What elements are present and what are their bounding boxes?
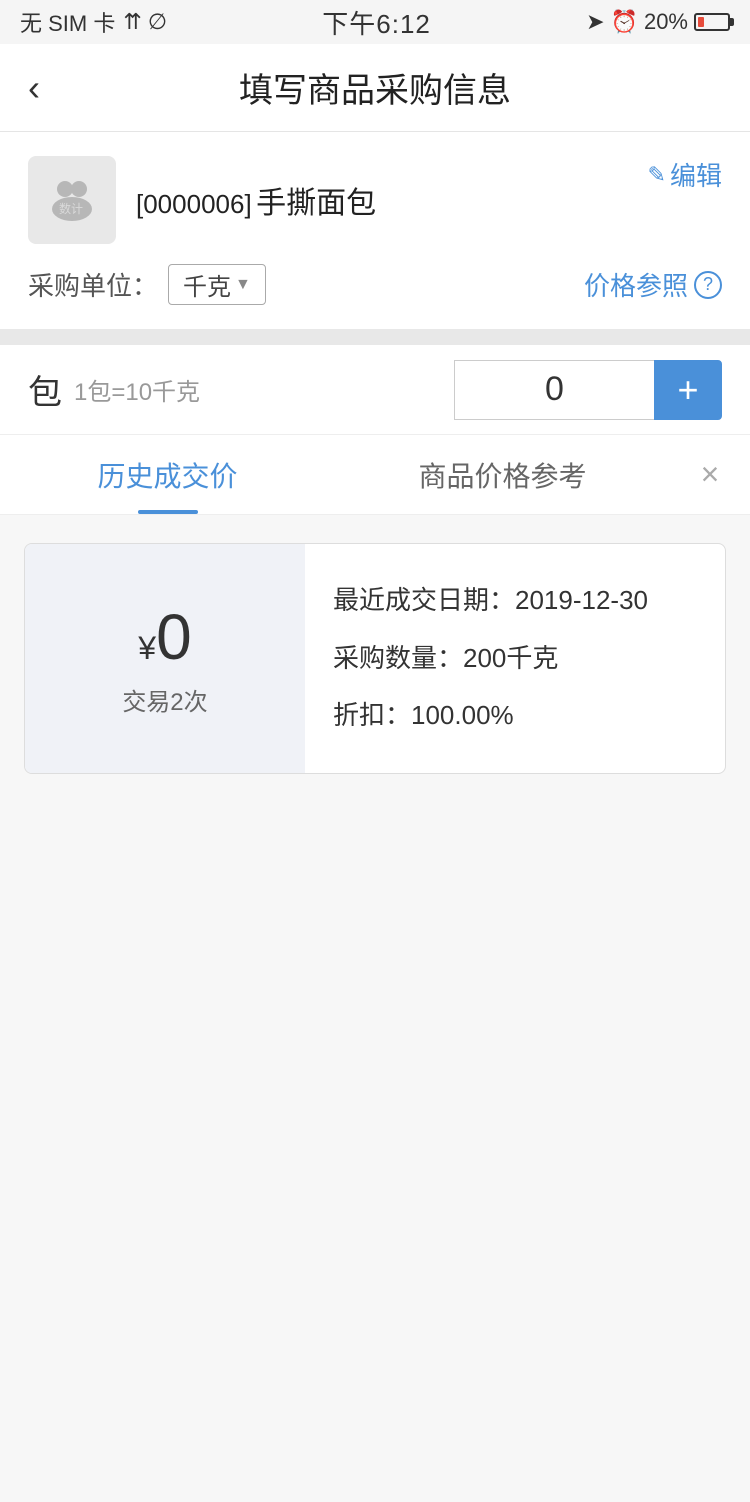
svg-text:数计: 数计	[59, 201, 83, 216]
tab-header: 历史成交价 商品价格参考 ×	[0, 435, 750, 515]
quantity-label: 包 1包=10千克	[28, 365, 200, 414]
product-name-block: [0000006] 手撕面包	[136, 178, 376, 222]
currency-symbol: ¥	[138, 630, 156, 666]
price-display: ¥0	[138, 600, 191, 674]
tab-close-button[interactable]: ×	[670, 435, 750, 514]
quantity-input[interactable]: 0	[454, 360, 654, 420]
status-time: 下午6:12	[322, 4, 431, 41]
product-left: 数计 [0000006] 手撕面包	[28, 156, 376, 244]
wifi-icon: ⇈ ∅	[123, 9, 167, 35]
battery-percent: 20%	[644, 9, 688, 35]
product-thumbnail-icon: 数计	[45, 173, 99, 227]
quantity-unit-ratio: 1包=10千克	[74, 372, 200, 407]
status-bar: 无 SIM 卡 ⇈ ∅ 下午6:12 ➤ ⏰ 20%	[0, 0, 750, 44]
status-right: ➤ ⏰ 20%	[586, 9, 730, 35]
recent-date-value: 2019-12-30	[515, 585, 648, 615]
quantity-detail-value: 200千克	[463, 643, 558, 673]
tab-history-price[interactable]: 历史成交价	[0, 435, 335, 514]
product-thumbnail: 数计	[28, 156, 116, 244]
battery-icon	[694, 13, 730, 31]
edit-label: 编辑	[670, 156, 722, 193]
nav-bar: ‹ 填写商品采购信息	[0, 44, 750, 132]
quantity-row-detail: 采购数量：200千克	[333, 638, 697, 680]
price-card: ¥0 交易2次 最近成交日期：2019-12-30 采购数量：200千克 折扣：…	[24, 543, 726, 774]
tab-history-price-label: 历史成交价	[97, 455, 237, 495]
trade-count: 交易2次	[122, 682, 207, 717]
tab-panel: 历史成交价 商品价格参考 × ¥0 交易2次 最近成交日期：2019-12-30…	[0, 435, 750, 802]
discount-label: 折扣：	[333, 700, 411, 730]
sim-status: 无 SIM 卡	[20, 6, 115, 38]
unit-selector[interactable]: 千克 ▼	[168, 264, 266, 305]
edit-button[interactable]: ✎ 编辑	[648, 156, 722, 193]
recent-date-row: 最近成交日期：2019-12-30	[333, 580, 697, 622]
location-icon: ➤	[586, 9, 604, 35]
unit-label: 采购单位：	[28, 266, 158, 303]
product-card: 数计 [0000006] 手撕面包 ✎ 编辑 采购单位： 千克 ▼ 价格参照 ?	[0, 132, 750, 329]
price-cards-area: ¥0 交易2次 最近成交日期：2019-12-30 采购数量：200千克 折扣：…	[0, 515, 750, 802]
product-header: 数计 [0000006] 手撕面包 ✎ 编辑	[28, 156, 722, 244]
edit-icon: ✎	[648, 162, 666, 188]
unit-value: 千克	[183, 267, 231, 302]
product-id: [0000006]	[136, 189, 252, 219]
quantity-plus-button[interactable]: +	[654, 360, 722, 420]
unit-row: 采购单位： 千克 ▼	[28, 264, 266, 305]
quantity-row: 包 1包=10千克 0 +	[0, 345, 750, 435]
quantity-unit-main: 包	[28, 365, 62, 414]
product-name: 手撕面包	[256, 187, 376, 220]
price-ref-label: 价格参照	[584, 266, 688, 303]
help-icon: ?	[694, 271, 722, 299]
alarm-icon: ⏰	[611, 9, 638, 35]
price-reference-button[interactable]: 价格参照 ?	[584, 266, 722, 303]
discount-value: 100.00%	[411, 700, 514, 730]
price-card-right: 最近成交日期：2019-12-30 采购数量：200千克 折扣：100.00%	[305, 544, 725, 773]
chevron-down-icon: ▼	[235, 276, 251, 294]
quantity-input-group: 0 +	[454, 360, 722, 420]
tab-product-price-ref[interactable]: 商品价格参考	[335, 435, 670, 514]
recent-date-label: 最近成交日期：	[333, 585, 515, 615]
price-card-left: ¥0 交易2次	[25, 544, 305, 773]
product-footer: 采购单位： 千克 ▼ 价格参照 ?	[28, 264, 722, 305]
quantity-detail-label: 采购数量：	[333, 643, 463, 673]
back-button[interactable]: ‹	[28, 67, 40, 109]
discount-row: 折扣：100.00%	[333, 695, 697, 737]
section-divider	[0, 329, 750, 345]
page-title: 填写商品采购信息	[239, 63, 511, 112]
main-content	[0, 802, 750, 1502]
price-value: 0	[156, 601, 192, 673]
quantity-value: 0	[545, 370, 564, 409]
tab-product-price-ref-label: 商品价格参考	[418, 455, 586, 495]
status-left: 无 SIM 卡 ⇈ ∅	[20, 6, 167, 38]
